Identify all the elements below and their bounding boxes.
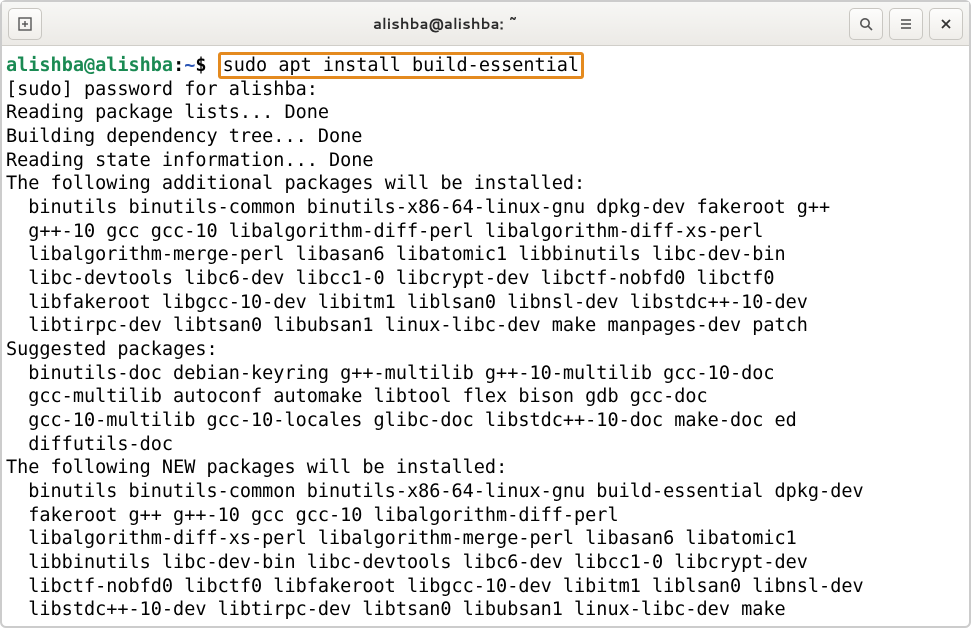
search-icon bbox=[858, 16, 874, 32]
prompt-dollar: $ bbox=[195, 55, 217, 76]
window-titlebar: alishba@alishba: ~ bbox=[2, 2, 969, 46]
suggested-packages-header: Suggested packages: bbox=[6, 338, 965, 362]
building-dependency-tree: Building dependency tree... Done bbox=[6, 125, 965, 149]
menu-button[interactable] bbox=[889, 8, 923, 40]
close-icon bbox=[939, 17, 953, 31]
reading-package-lists: Reading package lists... Done bbox=[6, 101, 965, 125]
additional-packages-header: The following additional packages will b… bbox=[6, 172, 965, 196]
prompt-line: alishba@alishba:~$ sudo apt install buil… bbox=[6, 54, 965, 78]
suggested-packages-list: binutils-doc debian-keyring g++-multilib… bbox=[6, 362, 965, 457]
new-tab-button[interactable] bbox=[8, 8, 42, 40]
prompt-sep: : bbox=[173, 55, 184, 76]
terminal-output[interactable]: alishba@alishba:~$ sudo apt install buil… bbox=[2, 46, 969, 626]
reading-state-info: Reading state information... Done bbox=[6, 149, 965, 173]
sudo-password-prompt: [sudo] password for alishba: bbox=[6, 78, 965, 102]
close-button[interactable] bbox=[929, 8, 963, 40]
prompt-userhost: alishba@alishba bbox=[6, 55, 173, 76]
additional-packages-list: binutils binutils-common binutils-x86-64… bbox=[6, 196, 965, 338]
highlighted-command: sudo apt install build-essential bbox=[218, 52, 584, 79]
prompt-path: ~ bbox=[184, 55, 195, 76]
hamburger-icon bbox=[898, 16, 914, 32]
search-button[interactable] bbox=[849, 8, 883, 40]
new-packages-header: The following NEW packages will be insta… bbox=[6, 456, 965, 480]
window-title: alishba@alishba: ~ bbox=[48, 13, 843, 34]
new-packages-list: binutils binutils-common binutils-x86-64… bbox=[6, 480, 965, 622]
new-tab-icon bbox=[17, 16, 33, 32]
